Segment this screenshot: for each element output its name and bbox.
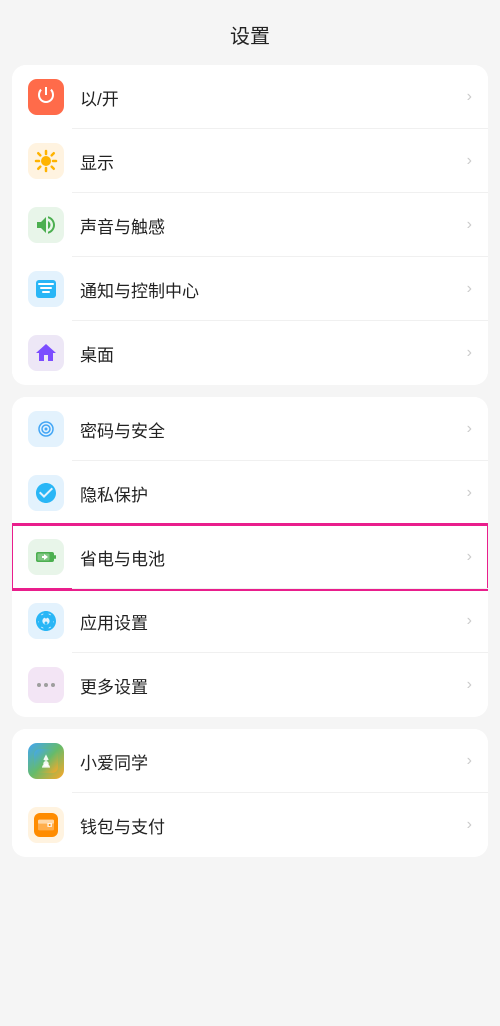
chevron-sound: › <box>467 216 472 234</box>
menu-item-apps[interactable]: 应用设置 › <box>12 589 488 653</box>
section-2: 密码与安全 › 隐私保护 › 省电与电池 › <box>12 397 488 717</box>
chevron-more: › <box>467 676 472 694</box>
security-label: 密码与安全 <box>80 417 459 442</box>
chevron-notification: › <box>467 280 472 298</box>
menu-item-desktop[interactable]: 桌面 › <box>12 321 488 385</box>
chevron-display: › <box>467 152 472 170</box>
desktop-icon <box>28 335 64 371</box>
menu-item-more[interactable]: 更多设置 › <box>12 653 488 717</box>
menu-item-display[interactable]: 显示 › <box>12 129 488 193</box>
xiaoai-icon <box>28 743 64 779</box>
chevron-security: › <box>467 420 472 438</box>
more-label: 更多设置 <box>80 673 459 698</box>
chevron-battery: › <box>467 548 472 566</box>
display-icon <box>28 143 64 179</box>
wallet-label: 钱包与支付 <box>80 813 459 838</box>
chevron-apps: › <box>467 612 472 630</box>
chevron-wallet: › <box>467 816 472 834</box>
menu-item-power[interactable]: 以/开 › <box>12 65 488 129</box>
menu-item-wallet[interactable]: 钱包与支付 › <box>12 793 488 857</box>
chevron-xiaoai: › <box>467 752 472 770</box>
chevron-power: › <box>467 88 472 106</box>
sound-label: 声音与触感 <box>80 213 459 238</box>
privacy-label: 隐私保护 <box>80 481 459 506</box>
desktop-label: 桌面 <box>80 341 459 366</box>
apps-icon <box>28 603 64 639</box>
menu-item-sound[interactable]: 声音与触感 › <box>12 193 488 257</box>
notification-icon <box>28 271 64 307</box>
menu-item-battery[interactable]: 省电与电池 › <box>12 525 488 589</box>
menu-item-privacy[interactable]: 隐私保护 › <box>12 461 488 525</box>
menu-item-xiaoai[interactable]: 小爱同学 › <box>12 729 488 793</box>
battery-label: 省电与电池 <box>80 545 459 570</box>
menu-item-security[interactable]: 密码与安全 › <box>12 397 488 461</box>
section-3: 小爱同学 › 钱包与支付 › <box>12 729 488 857</box>
more-icon <box>28 667 64 703</box>
battery-icon <box>28 539 64 575</box>
xiaoai-label: 小爱同学 <box>80 749 459 774</box>
apps-label: 应用设置 <box>80 609 459 634</box>
power-icon <box>28 79 64 115</box>
power-label: 以/开 <box>80 85 459 110</box>
display-label: 显示 <box>80 149 459 174</box>
security-icon <box>28 411 64 447</box>
page-title: 设置 <box>0 0 500 65</box>
sound-icon <box>28 207 64 243</box>
chevron-desktop: › <box>467 344 472 362</box>
notification-label: 通知与控制中心 <box>80 277 459 302</box>
wallet-icon <box>28 807 64 843</box>
section-1: 以/开 › 显示 › 声音与触感 <box>12 65 488 385</box>
chevron-privacy: › <box>467 484 472 502</box>
menu-item-notification[interactable]: 通知与控制中心 › <box>12 257 488 321</box>
privacy-icon <box>28 475 64 511</box>
